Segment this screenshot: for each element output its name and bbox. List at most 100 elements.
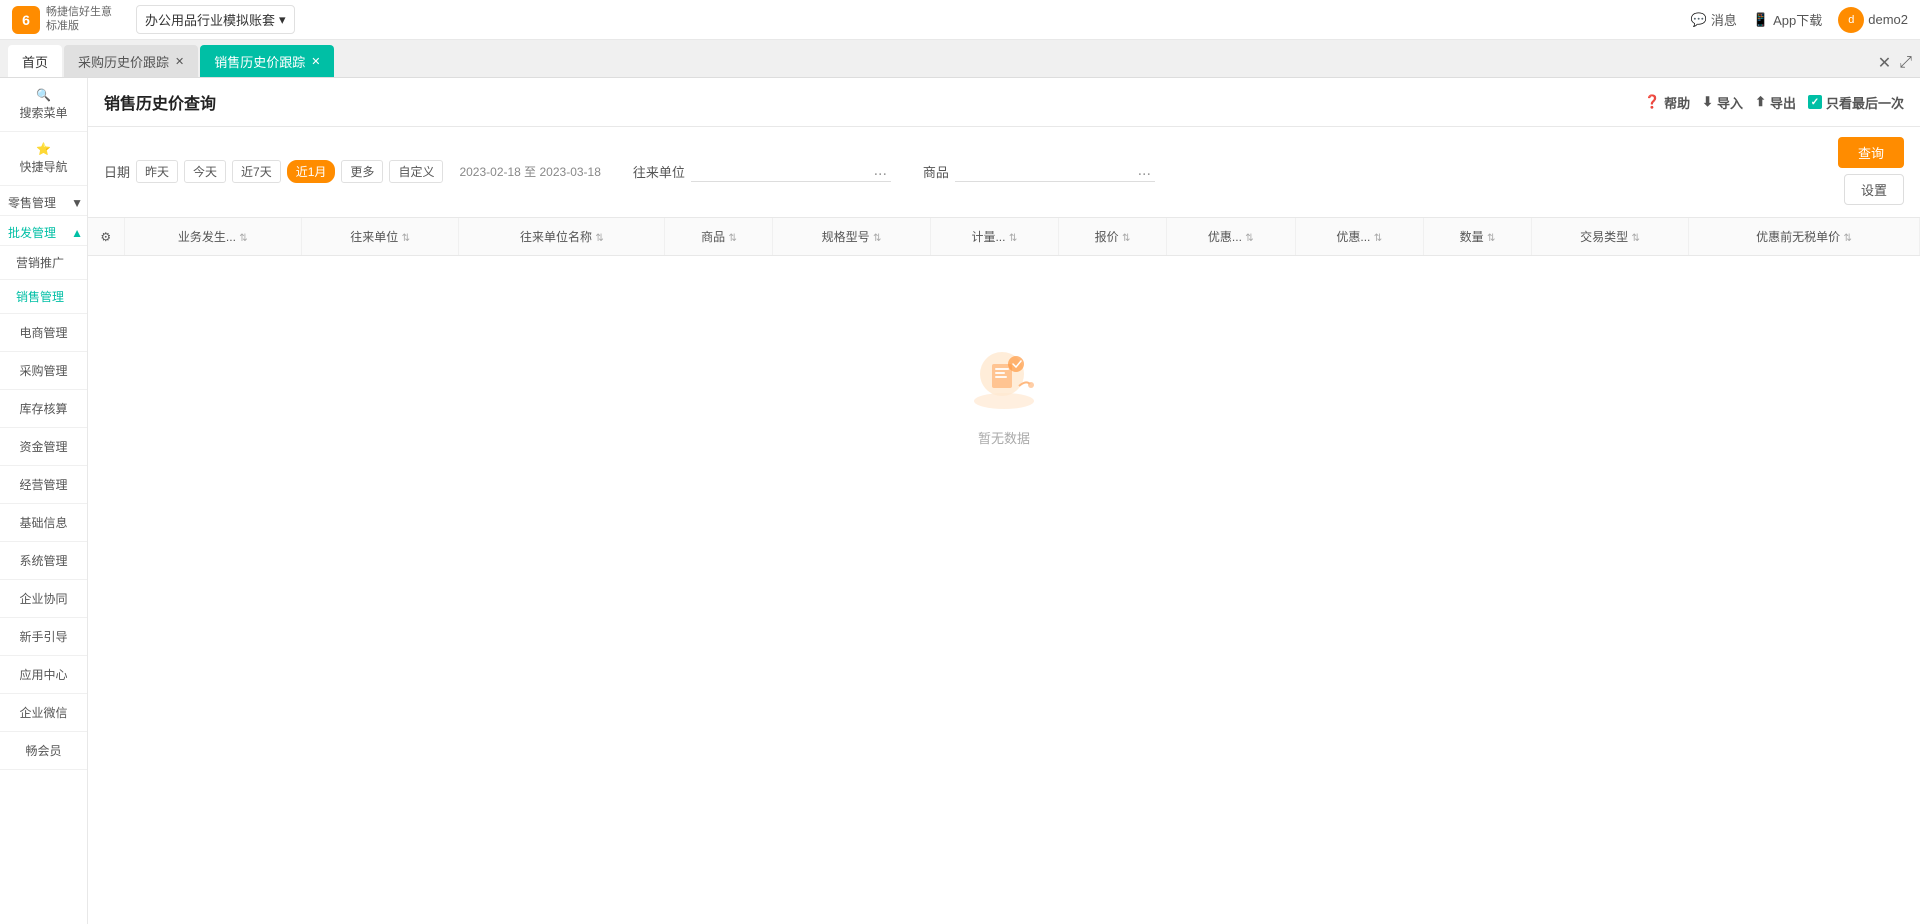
product-input-dots[interactable]: ... (1138, 162, 1151, 180)
last-only-checkbox[interactable]: ✓ 只看最后一次 (1808, 93, 1904, 112)
date-more-btn[interactable]: 更多 (341, 160, 383, 183)
sidebar-item-member[interactable]: 畅会员 (0, 732, 87, 770)
import-icon: ⬇ (1702, 94, 1713, 110)
sidebar-item-corp-collab[interactable]: 企业协同 (0, 580, 87, 618)
help-btn[interactable]: ❓ 帮助 (1644, 93, 1690, 112)
checkbox-check-icon: ✓ (1808, 95, 1822, 109)
sidebar-item-finance[interactable]: 资金管理 (0, 428, 87, 466)
sidebar-wholesale-label: 批发管理 (8, 224, 56, 241)
tab-sales-close[interactable]: ✕ (311, 55, 320, 68)
sidebar-item-inventory[interactable]: 库存核算 (0, 390, 87, 428)
topbar-right: 💬 消息 📱 App下载 d demo2 (1691, 7, 1908, 33)
sidebar-item-newbie[interactable]: 新手引导 (0, 618, 87, 656)
product-input-wrap: ... (955, 160, 1155, 182)
topbar-left: 6 畅捷信好生意 标准版 办公用品行业模拟账套 ▾ (12, 5, 295, 34)
sidebar-item-operation[interactable]: 经营管理 (0, 466, 87, 504)
sidebar-item-marketing[interactable]: 营销推广 (0, 246, 87, 280)
app-dropdown[interactable]: 办公用品行业模拟账套 ▾ (136, 5, 295, 34)
partner-label: 往来单位 (633, 162, 685, 181)
sort-icon-unit: ⇅ (1009, 233, 1017, 244)
sort-icon-spec: ⇅ (873, 233, 881, 244)
user-menu[interactable]: d demo2 (1838, 7, 1908, 33)
col-date[interactable]: 业务发生... ⇅ (124, 218, 302, 256)
message-btn[interactable]: 💬 消息 (1691, 10, 1737, 29)
col-product-label: 商品 (701, 230, 725, 244)
table-settings-col[interactable]: ⚙ (88, 218, 124, 256)
content-area: 销售历史价查询 ❓ 帮助 ⬇ 导入 ⬆ 导出 ✓ (88, 78, 1920, 924)
import-btn[interactable]: ⬇ 导入 (1702, 93, 1743, 112)
chevron-up-icon-wholesale: ▲ (71, 226, 83, 240)
sidebar-ecommerce-label: 电商管理 (19, 324, 67, 341)
col-partner-code[interactable]: 往来单位 ⇅ (302, 218, 459, 256)
col-pretax-price-label: 优惠前无税单价 (1756, 230, 1840, 244)
col-pretax-price[interactable]: 优惠前无税单价 ⇅ (1689, 218, 1920, 256)
date-7days-btn[interactable]: 近7天 (232, 160, 281, 183)
tab-sales[interactable]: 销售历史价跟踪 ✕ (200, 45, 334, 77)
export-btn[interactable]: ⬆ 导出 (1755, 93, 1796, 112)
sidebar-item-basic-info[interactable]: 基础信息 (0, 504, 87, 542)
page-title-actions: ❓ 帮助 ⬇ 导入 ⬆ 导出 ✓ 只看最后一次 (1644, 93, 1904, 112)
sidebar-operation-label: 经营管理 (19, 476, 67, 493)
chevron-down-icon-retail: ▼ (71, 196, 83, 210)
sidebar-item-purchase[interactable]: 采购管理 (0, 352, 87, 390)
sidebar-item-wholesale[interactable]: 批发管理 ▲ (0, 216, 87, 246)
tab-purchase[interactable]: 采购历史价跟踪 ✕ (64, 45, 198, 77)
tabbar: 首页 采购历史价跟踪 ✕ 销售历史价跟踪 ✕ ✕ ⤢ (0, 40, 1920, 78)
sidebar-item-wechat[interactable]: 企业微信 (0, 694, 87, 732)
partner-input-wrap: ... (691, 160, 891, 182)
col-product[interactable]: 商品 ⇅ (665, 218, 773, 256)
sidebar-system-label: 系统管理 (19, 552, 67, 569)
sort-icon-discount1: ⇅ (1245, 233, 1253, 244)
col-unit[interactable]: 计量... ⇅ (930, 218, 1058, 256)
tab-close-all-btn[interactable]: ✕ (1878, 53, 1891, 73)
date-custom-btn[interactable]: 自定义 (389, 160, 443, 183)
sidebar-item-retail[interactable]: 零售管理 ▼ (0, 186, 87, 216)
sidebar-item-sales-mgmt[interactable]: 销售管理 (0, 280, 87, 314)
col-spec[interactable]: 规格型号 ⇅ (773, 218, 930, 256)
col-trade-type-label: 交易类型 (1580, 230, 1628, 244)
date-yesterday-btn[interactable]: 昨天 (136, 160, 178, 183)
sidebar-finance-label: 资金管理 (19, 438, 67, 455)
avatar: d (1838, 7, 1864, 33)
col-discount2[interactable]: 优惠... ⇅ (1295, 218, 1423, 256)
product-input[interactable] (955, 160, 1155, 182)
setting-button[interactable]: 设置 (1844, 174, 1904, 205)
page-header: 销售历史价查询 ❓ 帮助 ⬇ 导入 ⬆ 导出 ✓ (88, 78, 1920, 127)
col-partner-name[interactable]: 往来单位名称 ⇅ (459, 218, 665, 256)
settings-icon: ⚙ (100, 230, 111, 244)
col-discount1-label: 优惠... (1208, 230, 1242, 244)
date-1month-btn[interactable]: 近1月 (287, 160, 336, 183)
date-today-btn[interactable]: 今天 (184, 160, 226, 183)
chevron-down-icon: ▾ (279, 12, 286, 28)
topbar: 6 畅捷信好生意 标准版 办公用品行业模拟账套 ▾ 💬 消息 📱 App下载 d… (0, 0, 1920, 40)
logo-area: 6 畅捷信好生意 标准版 (12, 6, 112, 34)
sidebar-item-ecommerce[interactable]: 电商管理 (0, 314, 87, 352)
page-title-row: 销售历史价查询 ❓ 帮助 ⬇ 导入 ⬆ 导出 ✓ (104, 90, 1904, 114)
tab-expand-btn[interactable]: ⤢ (1899, 54, 1912, 72)
col-discount1[interactable]: 优惠... ⇅ (1167, 218, 1295, 256)
sidebar-item-shortcut[interactable]: ⭐ 快捷导航 (0, 132, 87, 186)
partner-input-dots[interactable]: ... (874, 162, 887, 180)
col-trade-type[interactable]: 交易类型 ⇅ (1531, 218, 1688, 256)
tab-sales-label: 销售历史价跟踪 (214, 52, 305, 71)
sidebar-app-center-label: 应用中心 (19, 666, 67, 683)
sidebar-item-system[interactable]: 系统管理 (0, 542, 87, 580)
query-button[interactable]: 查询 (1838, 137, 1904, 168)
help-label: 帮助 (1664, 93, 1690, 112)
sidebar-item-app-center[interactable]: 应用中心 (0, 656, 87, 694)
app-download-btn[interactable]: 📱 App下载 (1753, 10, 1822, 29)
tab-purchase-close[interactable]: ✕ (175, 55, 184, 68)
data-table: ⚙ 业务发生... ⇅ 往来单位 ⇅ 往来单位名称 ⇅ (88, 218, 1920, 256)
sort-icon-partner-name: ⇅ (595, 233, 603, 244)
empty-svg (964, 336, 1044, 416)
tab-home[interactable]: 首页 (8, 45, 62, 77)
filter-bar: 日期 昨天 今天 近7天 近1月 更多 自定义 2023-02-18 至 202… (88, 127, 1920, 218)
date-filter-group: 日期 昨天 今天 近7天 近1月 更多 自定义 (104, 160, 443, 183)
col-qty[interactable]: 数量 ⇅ (1423, 218, 1531, 256)
sidebar-item-search[interactable]: 🔍 搜索菜单 (0, 78, 87, 132)
sidebar-corp-collab-label: 企业协同 (19, 590, 67, 607)
col-price[interactable]: 报价 ⇅ (1059, 218, 1167, 256)
partner-input[interactable] (691, 160, 891, 182)
tab-home-label: 首页 (22, 52, 48, 71)
product-filter-group: 商品 ... (923, 160, 1155, 182)
